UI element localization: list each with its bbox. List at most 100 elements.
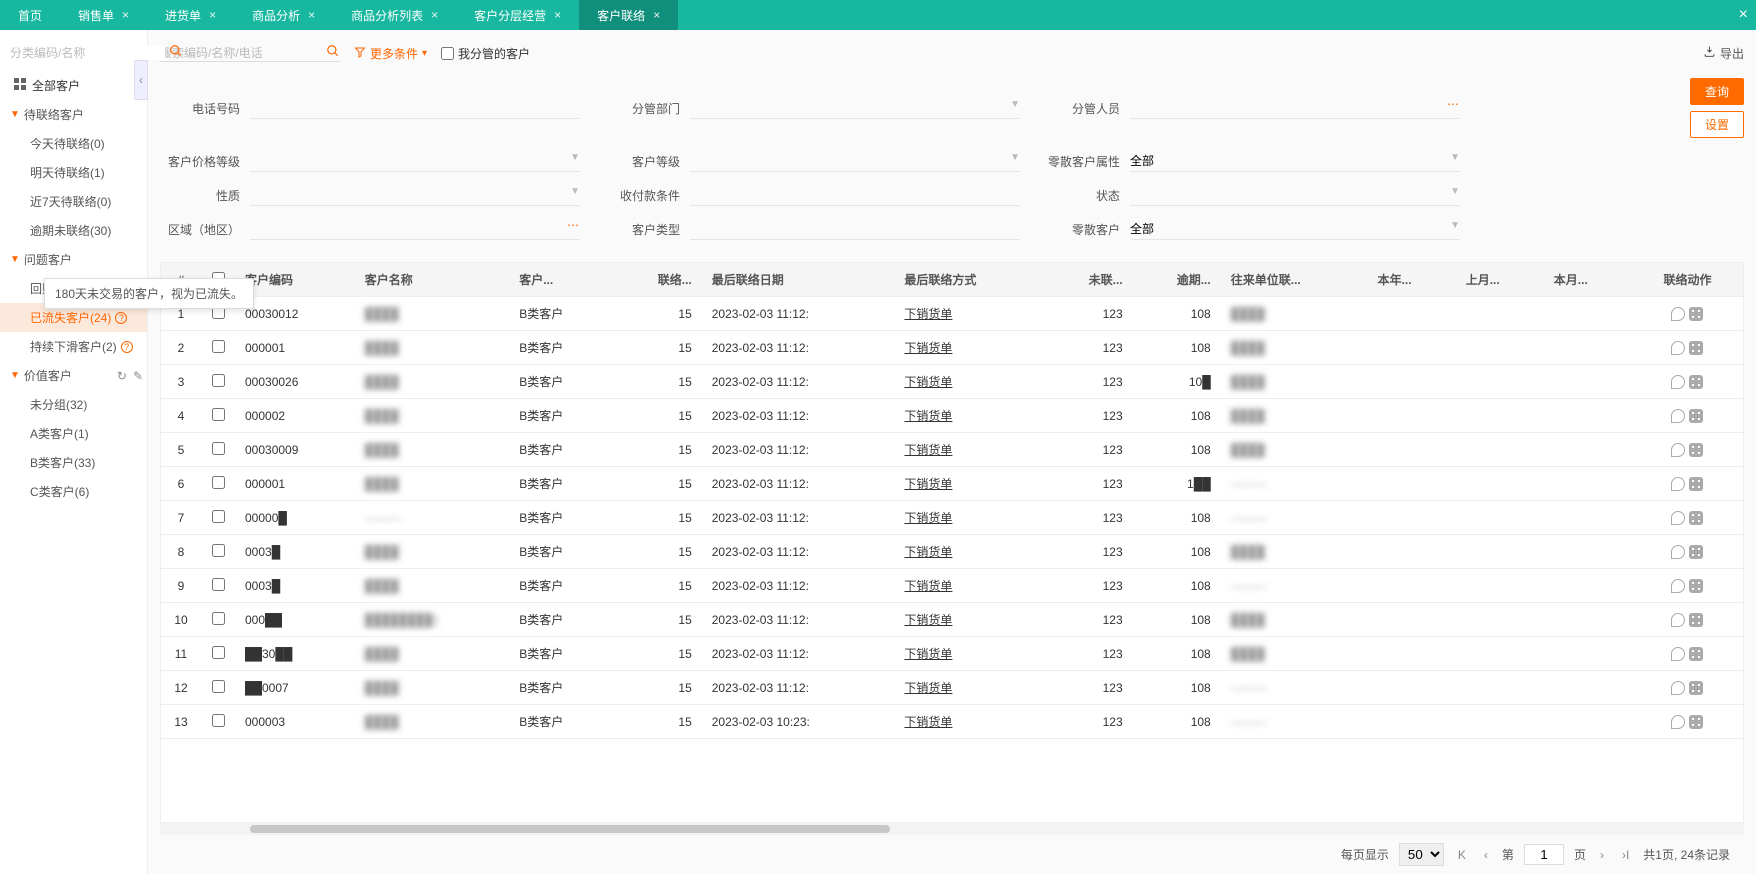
table-cell[interactable]: 下销货单 [894, 433, 1044, 467]
table-cell[interactable]: 下销货单 [894, 535, 1044, 569]
sidebar-item[interactable]: A类客户(1) [30, 419, 147, 448]
sidebar-item[interactable]: B类客户(33) [30, 448, 147, 477]
filter-status-select[interactable] [1130, 184, 1460, 206]
close-icon[interactable]: × [122, 8, 129, 22]
column-header[interactable]: 本月... [1544, 263, 1632, 297]
qr-icon[interactable] [1689, 715, 1703, 729]
close-icon[interactable]: × [209, 8, 216, 22]
table-cell[interactable]: 下销货单 [894, 569, 1044, 603]
qr-icon[interactable] [1689, 647, 1703, 661]
table-row[interactable]: 700000█———B类客户152023-02-03 11:12:下销货单123… [161, 501, 1743, 535]
column-header[interactable]: 往来单位联... [1221, 263, 1368, 297]
tree-group-problem[interactable]: ▼ 问题客户 [0, 245, 147, 274]
link[interactable]: 下销货单 [904, 579, 952, 593]
table-row[interactable]: 300030026████B类客户152023-02-03 11:12:下销货单… [161, 365, 1743, 399]
filter-custlevel-select[interactable] [690, 150, 1020, 172]
next-page-button[interactable]: › [1596, 848, 1608, 862]
row-checkbox[interactable] [212, 612, 225, 625]
table-cell[interactable]: 下销货单 [894, 501, 1044, 535]
table-row[interactable]: 12██0007████B类客户152023-02-03 11:12:下销货单1… [161, 671, 1743, 705]
link[interactable]: 下销货单 [904, 545, 952, 559]
page-number-input[interactable] [1524, 844, 1564, 865]
search-icon[interactable] [169, 44, 183, 61]
table-cell[interactable]: 下销货单 [894, 297, 1044, 331]
tab-首页[interactable]: 首页 [0, 0, 60, 30]
qr-icon[interactable] [1689, 409, 1703, 423]
chat-icon[interactable] [1671, 307, 1685, 321]
last-page-button[interactable]: ›I [1618, 848, 1633, 862]
table-row[interactable]: 90003█████B类客户152023-02-03 11:12:下销货单123… [161, 569, 1743, 603]
filter-person-select[interactable] [1130, 97, 1460, 119]
close-icon[interactable]: × [554, 8, 561, 22]
link[interactable]: 下销货单 [904, 341, 952, 355]
query-button[interactable]: 查询 [1690, 78, 1744, 105]
close-all-tabs-icon[interactable]: × [1739, 6, 1748, 24]
chat-icon[interactable] [1671, 647, 1685, 661]
table-row[interactable]: 100030012████B类客户152023-02-03 11:12:下销货单… [161, 297, 1743, 331]
column-header[interactable]: 联络... [614, 263, 702, 297]
info-icon[interactable]: ? [121, 341, 133, 353]
refresh-icon[interactable]: ↻ [117, 369, 127, 383]
chat-icon[interactable] [1671, 613, 1685, 627]
table-row[interactable]: 10000██████████1B类客户152023-02-03 11:12:下… [161, 603, 1743, 637]
chat-icon[interactable] [1671, 409, 1685, 423]
tab-商品分析[interactable]: 商品分析× [234, 0, 333, 30]
close-icon[interactable]: × [431, 8, 438, 22]
sidebar-item[interactable]: 持续下滑客户(2)? [30, 332, 147, 361]
close-icon[interactable]: × [653, 8, 660, 22]
export-button[interactable]: 导出 [1703, 45, 1744, 62]
row-checkbox[interactable] [212, 340, 225, 353]
column-header[interactable]: 逾期... [1133, 263, 1221, 297]
table-row[interactable]: 2000001████B类客户152023-02-03 11:12:下销货单12… [161, 331, 1743, 365]
link[interactable]: 下销货单 [904, 613, 952, 627]
table-row[interactable]: 6000001████B类客户152023-02-03 11:12:下销货单12… [161, 467, 1743, 501]
prev-page-button[interactable]: ‹ [1480, 848, 1492, 862]
link[interactable]: 下销货单 [904, 647, 952, 661]
per-page-select[interactable]: 50 [1399, 843, 1444, 866]
search-input[interactable] [160, 46, 326, 60]
settings-button[interactable]: 设置 [1690, 111, 1744, 138]
table-row[interactable]: 80003█████B类客户152023-02-03 11:12:下销货单123… [161, 535, 1743, 569]
link[interactable]: 下销货单 [904, 443, 952, 457]
link[interactable]: 下销货单 [904, 681, 952, 695]
qr-icon[interactable] [1689, 511, 1703, 525]
qr-icon[interactable] [1689, 307, 1703, 321]
link[interactable]: 下销货单 [904, 715, 952, 729]
column-header[interactable]: 客户名称 [355, 263, 510, 297]
edit-icon[interactable]: ✎ [133, 369, 143, 383]
table-row[interactable]: 13000003████B类客户152023-02-03 10:23:下销货单1… [161, 705, 1743, 739]
row-checkbox[interactable] [212, 476, 225, 489]
tab-进货单[interactable]: 进货单× [147, 0, 234, 30]
column-header[interactable]: 最后联络日期 [702, 263, 895, 297]
row-checkbox[interactable] [212, 714, 225, 727]
row-checkbox[interactable] [212, 374, 225, 387]
table-cell[interactable]: 下销货单 [894, 603, 1044, 637]
filter-paycond-input[interactable] [690, 184, 1020, 206]
more-conditions-toggle[interactable]: 更多条件 ▾ [354, 45, 427, 62]
column-header[interactable]: 联络动作 [1632, 263, 1743, 297]
my-customers-checkbox[interactable] [441, 47, 454, 60]
tab-商品分析列表[interactable]: 商品分析列表× [333, 0, 456, 30]
link[interactable]: 下销货单 [904, 477, 952, 491]
table-cell[interactable]: 下销货单 [894, 467, 1044, 501]
tree-root-all-customers[interactable]: 全部客户 [10, 71, 147, 100]
link[interactable]: 下销货单 [904, 375, 952, 389]
sidebar-collapse-handle[interactable]: ‹ [134, 60, 148, 100]
row-checkbox[interactable] [212, 646, 225, 659]
more-icon[interactable]: ⋯ [567, 218, 580, 232]
sidebar-search-input[interactable] [10, 46, 165, 60]
row-checkbox[interactable] [212, 442, 225, 455]
table-cell[interactable]: 下销货单 [894, 331, 1044, 365]
column-header[interactable]: 最后联络方式 [894, 263, 1044, 297]
filter-dept-select[interactable] [690, 97, 1020, 119]
table-row[interactable]: 4000002████B类客户152023-02-03 11:12:下销货单12… [161, 399, 1743, 433]
chat-icon[interactable] [1671, 545, 1685, 559]
my-customers-checkbox-wrap[interactable]: 我分管的客户 [441, 45, 530, 62]
chat-icon[interactable] [1671, 443, 1685, 457]
column-header[interactable]: 上月... [1456, 263, 1544, 297]
tab-销售单[interactable]: 销售单× [60, 0, 147, 30]
qr-icon[interactable] [1689, 613, 1703, 627]
sidebar-item[interactable]: 未分组(32) [30, 390, 147, 419]
table-row[interactable]: 500030009████B类客户152023-02-03 11:12:下销货单… [161, 433, 1743, 467]
tree-group-pending[interactable]: ▼ 待联络客户 [0, 100, 147, 129]
